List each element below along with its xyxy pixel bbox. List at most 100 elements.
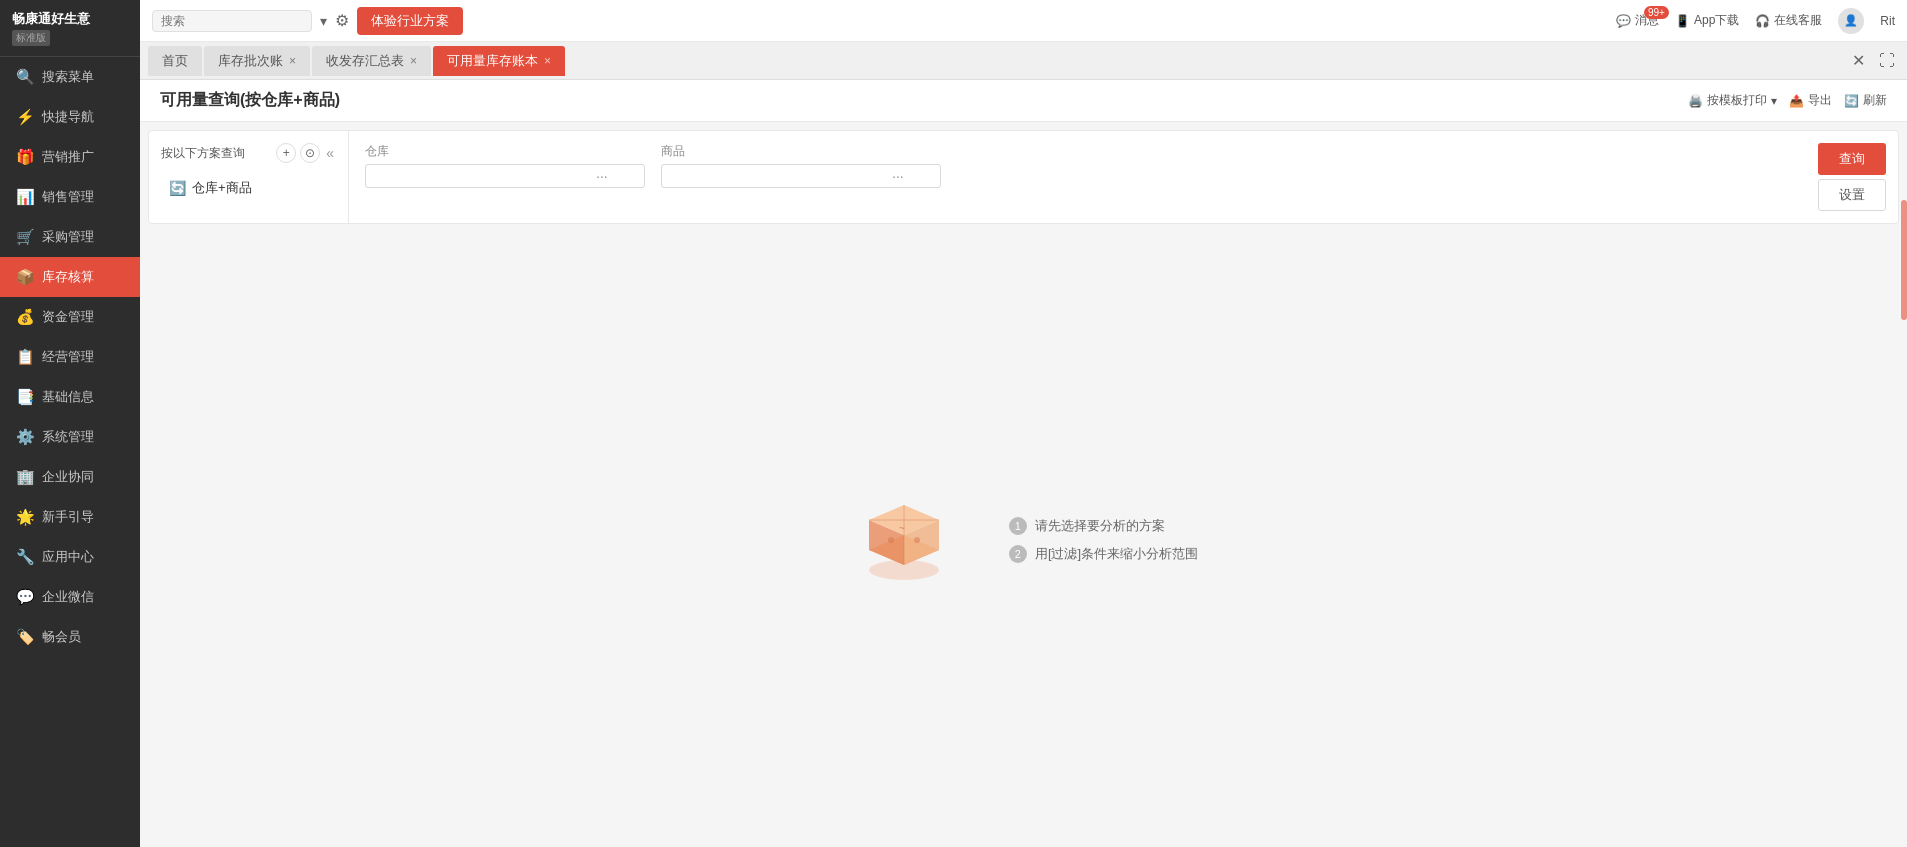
- sidebar-icon-wechat: 💬: [16, 588, 34, 606]
- scheme-icon: 🔄: [169, 180, 186, 196]
- tabs-bar: 首页 库存批次账 × 收发存汇总表 × 可用量库存账本 × ✕ ⛶: [140, 42, 1907, 80]
- filter-actions: + ⊙ «: [276, 143, 336, 163]
- tab-inventory-summary-label: 收发存汇总表: [326, 52, 404, 70]
- sidebar-item-quick-nav[interactable]: ⚡快捷导航: [0, 97, 140, 137]
- sidebar-label-wechat: 企业微信: [42, 588, 94, 606]
- settings-btn[interactable]: 设置: [1818, 179, 1886, 211]
- filter-left-header: 按以下方案查询 + ⊙ «: [161, 143, 336, 163]
- sidebar-icon-guide: 🌟: [16, 508, 34, 526]
- online-service-btn[interactable]: 🎧 在线客服: [1755, 12, 1822, 29]
- sidebar-item-finance[interactable]: 💰 资金管理: [0, 297, 140, 337]
- add-scheme-btn[interactable]: +: [276, 143, 296, 163]
- sidebar-item-enterprise[interactable]: 🏢 企业协同: [0, 457, 140, 497]
- empty-illustration: ~: [849, 480, 969, 600]
- sidebar-icon-enterprise: 🏢: [16, 468, 34, 486]
- user-name[interactable]: Rit: [1880, 14, 1895, 28]
- tab-batch-account-close[interactable]: ×: [289, 55, 296, 67]
- sidebar-item-sales[interactable]: 📊销售管理: [0, 177, 140, 217]
- gear-btn[interactable]: ⚙: [335, 11, 349, 30]
- top-header-right: 💬 消息 99+ 📱 App下载 🎧 在线客服 👤 Rit: [1616, 8, 1895, 34]
- sidebar-item-apps[interactable]: 🔧应用中心: [0, 537, 140, 577]
- svg-point-7: [888, 537, 894, 543]
- warehouse-input[interactable]: [372, 169, 592, 183]
- user-avatar[interactable]: 👤: [1838, 8, 1864, 34]
- print-btn[interactable]: 🖨️ 按模板打印 ▾: [1688, 92, 1777, 109]
- filter-scheme-item[interactable]: 🔄 仓库+商品: [161, 173, 336, 203]
- message-icon: 💬: [1616, 14, 1631, 28]
- hint-num-1: 1: [1009, 517, 1027, 535]
- scheme-label: 仓库+商品: [192, 179, 252, 197]
- sidebar-icon-finance: 💰: [16, 308, 34, 326]
- headset-icon: 🎧: [1755, 14, 1770, 28]
- top-header: ▾ ⚙ 体验行业方案 💬 消息 99+ 📱 App下载 🎧 在线客服 👤 Rit: [140, 0, 1907, 42]
- print-label: 按模板打印: [1707, 92, 1767, 109]
- tab-available-ledger-close[interactable]: ×: [544, 55, 551, 67]
- app-download-label: App下载: [1694, 12, 1739, 29]
- sidebar-icon-quick-nav: ⚡: [16, 108, 34, 126]
- export-label: 导出: [1808, 92, 1832, 109]
- hint-item-1: 1 请先选择要分析的方案: [1009, 517, 1198, 535]
- sidebar-icon-operation: 📋: [16, 348, 34, 366]
- sidebar-item-wechat[interactable]: 💬 企业微信: [0, 577, 140, 617]
- sidebar-scroll: 🔍 搜索菜单 ⚡快捷导航🎁营销推广📊销售管理🛒采购管理📦库存核算 💰 资金管理 📋 经营管理…: [0, 57, 140, 847]
- sidebar-item-purchase[interactable]: 🛒采购管理: [0, 217, 140, 257]
- sidebar-label-finance: 资金管理: [42, 308, 94, 326]
- app-name: 畅康通好生意: [12, 10, 128, 28]
- tab-expand-btn[interactable]: ⛶: [1875, 50, 1899, 72]
- tabs-bar-right: ✕ ⛶: [1848, 49, 1899, 72]
- hint-text-1: 请先选择要分析的方案: [1035, 517, 1165, 535]
- empty-state: ~ 1 请先选择要分析的方案 2 用[过滤]条件来缩小分析范围: [140, 232, 1907, 847]
- hint-item-2: 2 用[过滤]条件来缩小分析范围: [1009, 545, 1198, 563]
- message-btn[interactable]: 💬 消息 99+: [1616, 12, 1659, 29]
- export-btn[interactable]: 📤 导出: [1789, 92, 1832, 109]
- sidebar-icon-marketing: 🎁: [16, 148, 34, 166]
- warehouse-field: 仓库 ···: [365, 143, 645, 188]
- sidebar: 畅康通好生意 标准版 🔍搜索菜单⚡快捷导航🎁营销推广📊销售管理🛒采购管理📦库存核…: [0, 0, 140, 847]
- sidebar-item-basic[interactable]: 📑基础信息: [0, 377, 140, 417]
- dropdown-btn[interactable]: ▾: [320, 13, 327, 29]
- sidebar-item-member[interactable]: 🏷️畅会员: [0, 617, 140, 657]
- sidebar-item-guide[interactable]: 🌟新手引导: [0, 497, 140, 537]
- tab-available-ledger[interactable]: 可用量库存账本 ×: [433, 46, 565, 76]
- sidebar-item-operation[interactable]: 📋 经营管理: [0, 337, 140, 377]
- refresh-label: 刷新: [1863, 92, 1887, 109]
- svg-point-8: [914, 537, 920, 543]
- tab-inventory-summary-close[interactable]: ×: [410, 55, 417, 67]
- goods-dots-btn[interactable]: ···: [892, 168, 904, 184]
- tab-home[interactable]: 首页: [148, 46, 202, 76]
- sidebar-item-system[interactable]: ⚙️ 系统管理: [0, 417, 140, 457]
- trial-btn[interactable]: 体验行业方案: [357, 7, 463, 35]
- tab-batch-account[interactable]: 库存批次账 ×: [204, 46, 310, 76]
- sidebar-item-marketing[interactable]: 🎁营销推广: [0, 137, 140, 177]
- sidebar-label-search: 搜索菜单: [42, 68, 94, 86]
- collapse-btn[interactable]: «: [324, 143, 336, 163]
- manage-scheme-btn[interactable]: ⊙: [300, 143, 320, 163]
- sidebar-icon-apps: 🔧: [16, 548, 34, 566]
- sidebar-icon-system: ⚙️: [16, 428, 34, 446]
- refresh-btn[interactable]: 🔄 刷新: [1844, 92, 1887, 109]
- sidebar-label-system: 系统管理: [42, 428, 94, 446]
- tab-close-all-btn[interactable]: ✕: [1848, 49, 1869, 72]
- sidebar-item-inventory[interactable]: 📦库存核算: [0, 257, 140, 297]
- phone-icon: 📱: [1675, 14, 1690, 28]
- goods-input[interactable]: [668, 169, 888, 183]
- sidebar-label-operation: 经营管理: [42, 348, 94, 366]
- sidebar-icon-search: 🔍: [16, 68, 34, 86]
- sidebar-label-enterprise: 企业协同: [42, 468, 94, 486]
- sidebar-label-inventory: 库存核算: [42, 268, 94, 286]
- sidebar-icon-purchase: 🛒: [16, 228, 34, 246]
- top-search-input[interactable]: [152, 10, 312, 32]
- query-btn-area: 查询 设置: [1818, 131, 1898, 223]
- warehouse-label: 仓库: [365, 143, 645, 160]
- tab-batch-account-label: 库存批次账: [218, 52, 283, 70]
- sidebar-item-search[interactable]: 🔍 搜索菜单: [0, 57, 140, 97]
- page-actions: 🖨️ 按模板打印 ▾ 📤 导出 🔄 刷新: [1688, 92, 1887, 109]
- query-btn[interactable]: 查询: [1818, 143, 1886, 175]
- tab-inventory-summary[interactable]: 收发存汇总表 ×: [312, 46, 431, 76]
- warehouse-dots-btn[interactable]: ···: [596, 168, 608, 184]
- tab-available-ledger-label: 可用量库存账本: [447, 52, 538, 70]
- tab-home-label: 首页: [162, 52, 188, 70]
- print-dropdown-icon: ▾: [1771, 94, 1777, 108]
- app-download-btn[interactable]: 📱 App下载: [1675, 12, 1739, 29]
- svg-text:~: ~: [899, 523, 905, 534]
